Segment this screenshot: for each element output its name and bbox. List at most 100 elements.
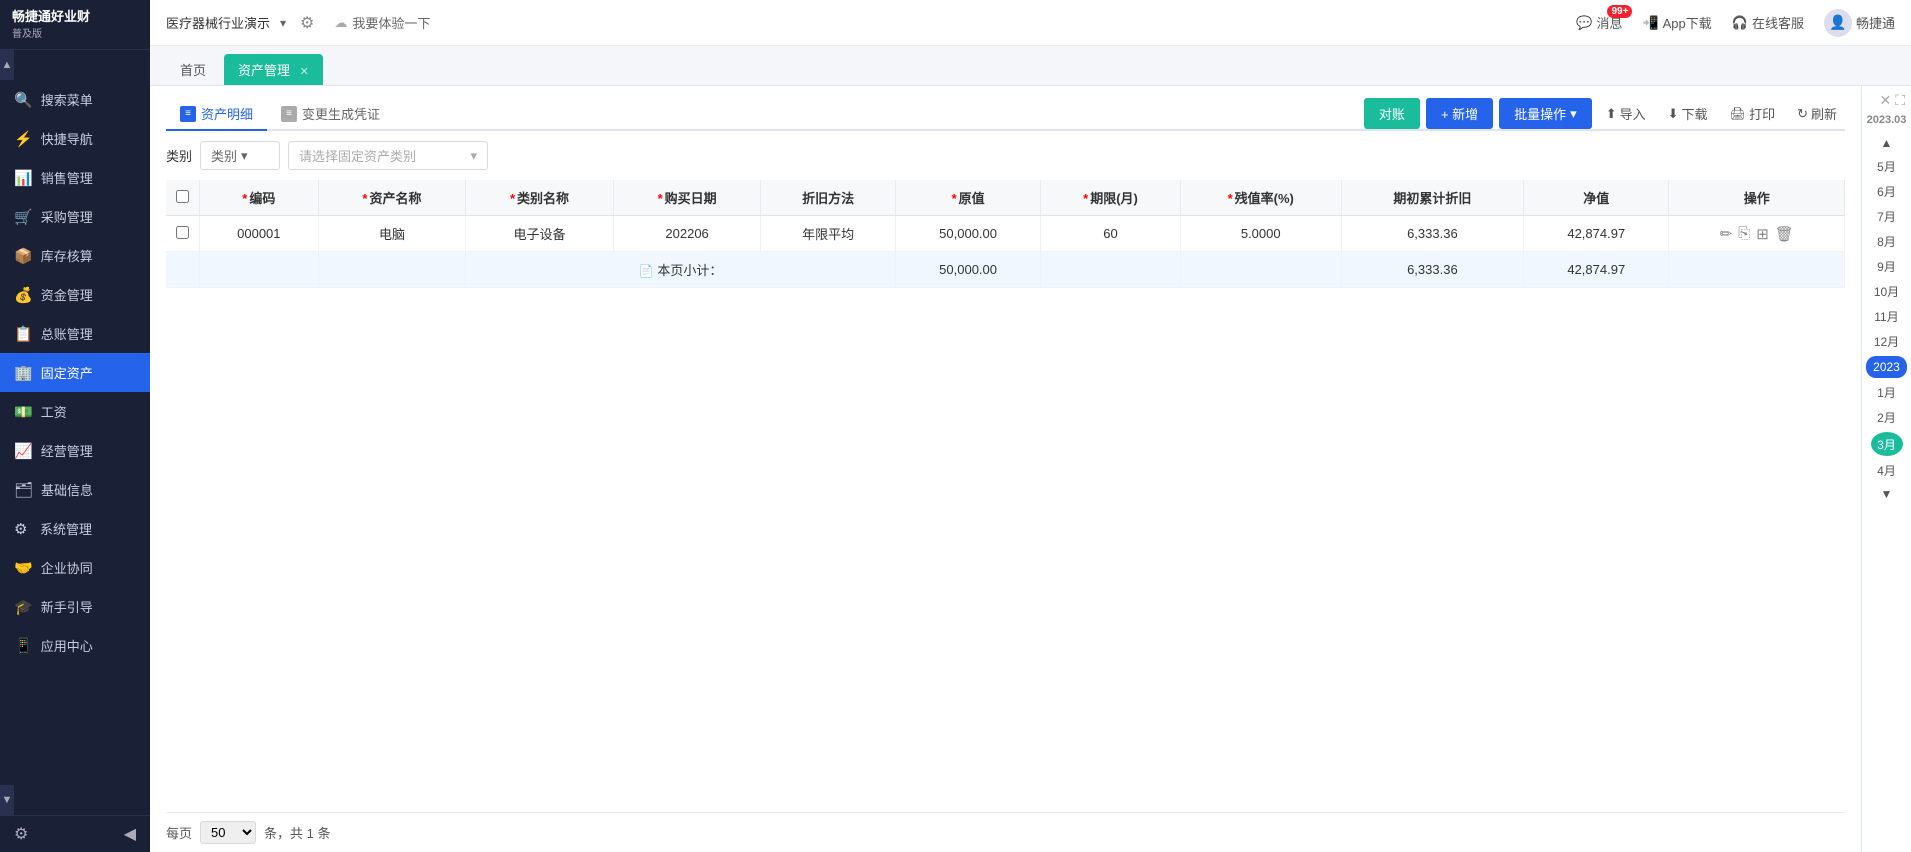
- th-category: *类别名称: [466, 180, 614, 216]
- row-depreciation-method: 年限平均: [761, 216, 896, 252]
- sidebar-item-sales[interactable]: 📊 销售管理: [0, 158, 150, 197]
- sidebar-item-payroll[interactable]: 💵 工资: [0, 392, 150, 431]
- right-panel-expand-icon[interactable]: ⛶: [1895, 92, 1905, 109]
- download-icon: ⬇: [1668, 106, 1679, 122]
- download-button[interactable]: ⬇ 下载: [1660, 100, 1716, 127]
- row-initial-depreciation: 6,333.36: [1341, 216, 1523, 252]
- tab-close-icon[interactable]: ✕: [300, 66, 309, 78]
- row-checkbox[interactable]: [176, 226, 189, 239]
- cal-month-5[interactable]: 5月: [1862, 154, 1911, 179]
- sidebar-item-system[interactable]: ⚙ 系统管理: [0, 509, 150, 548]
- app-download-icon: 📲: [1642, 15, 1658, 31]
- pagination: 每页 50 10 20 100 条，共 1 条: [166, 812, 1845, 852]
- sidebar-item-fixed-assets[interactable]: 🏢 固定资产: [0, 353, 150, 392]
- sidebar-item-app-center[interactable]: 📱 应用中心: [0, 626, 150, 665]
- print-button[interactable]: 🖨 打印: [1722, 100, 1784, 127]
- sidebar-item-basic-info[interactable]: 🗂 基础信息: [0, 470, 150, 509]
- content-main: ≡ 资产明细 ≡ 变更生成凭证 对账 + 新增 批量操作: [150, 86, 1861, 852]
- cal-month-7[interactable]: 7月: [1862, 204, 1911, 229]
- new-button[interactable]: + 新增: [1426, 98, 1493, 129]
- right-panel-top: ✕ ⛶: [1862, 90, 1911, 111]
- cal-month-6[interactable]: 6月: [1862, 179, 1911, 204]
- online-service-label: 在线客服: [1752, 13, 1804, 32]
- settings-icon[interactable]: ⚙: [14, 824, 28, 844]
- sidebar-item-label: 搜索菜单: [41, 90, 93, 109]
- batch-button[interactable]: 批量操作 ▾: [1499, 98, 1592, 129]
- cal-month-2[interactable]: 2月: [1862, 405, 1911, 430]
- tab-asset-management[interactable]: 资产管理 ✕: [224, 54, 323, 85]
- online-service-btn[interactable]: 🎧 在线客服: [1732, 13, 1804, 32]
- sidebar-item-enterprise[interactable]: 🤝 企业协同: [0, 548, 150, 587]
- th-initial-depreciation: 期初累计折旧: [1341, 180, 1523, 216]
- refresh-icon: ↻: [1797, 106, 1808, 122]
- sidebar-scroll-up[interactable]: ▲: [0, 50, 14, 80]
- cal-year-2023[interactable]: 2023: [1866, 356, 1907, 378]
- right-panel-close-icon[interactable]: ✕: [1879, 92, 1891, 109]
- cal-month-8[interactable]: 8月: [1862, 229, 1911, 254]
- cal-month-scroll-up[interactable]: ▲: [1862, 132, 1911, 154]
- sales-icon: 📊: [14, 169, 33, 187]
- sidebar-nav: 🔍 搜索菜单 ⚡ 快捷导航 📊 销售管理 🛒 采购管理 📦 库存核算 💰 资金管…: [0, 80, 150, 785]
- app-download-btn[interactable]: 📲 App下载: [1642, 13, 1711, 32]
- sidebar-item-purchase[interactable]: 🛒 采购管理: [0, 197, 150, 236]
- subtotal-label-cell: 📄 本页小计：: [466, 252, 896, 288]
- sub-tab-asset-detail[interactable]: ≡ 资产明细: [166, 98, 267, 131]
- collapse-sidebar-icon[interactable]: ◀: [124, 824, 136, 844]
- import-button[interactable]: ⬆ 导入: [1598, 100, 1654, 127]
- edit-icon[interactable]: ✏: [1720, 225, 1733, 243]
- sub-tab-change-voucher[interactable]: ≡ 变更生成凭证: [267, 98, 394, 131]
- category-type-arrow: ▾: [241, 148, 248, 164]
- category-placeholder: 请选择固定资产类别: [299, 146, 416, 165]
- import-icon: ⬆: [1606, 106, 1617, 122]
- cal-month-1[interactable]: 1月: [1862, 380, 1911, 405]
- copy-icon[interactable]: ⎘: [1738, 225, 1750, 243]
- sidebar-item-quick-nav[interactable]: ⚡ 快捷导航: [0, 119, 150, 158]
- sidebar: 畅捷通好业财 普及版 ▲ 🔍 搜索菜单 ⚡ 快捷导航 📊 销售管理 🛒 采购管理…: [0, 0, 150, 852]
- basic-info-icon: 🗂: [14, 481, 33, 499]
- batch-label: 批量操作: [1514, 104, 1566, 123]
- sidebar-scroll-down[interactable]: ▼: [0, 785, 14, 815]
- sidebar-item-ledger[interactable]: 📋 总账管理: [0, 314, 150, 353]
- per-page-select[interactable]: 50 10 20 100: [200, 821, 256, 844]
- experience-btn[interactable]: ☁ 我要体验一下: [334, 13, 430, 32]
- sidebar-item-label: 基础信息: [41, 480, 93, 499]
- cal-month-10[interactable]: 10月: [1862, 279, 1911, 304]
- sidebar-item-operations[interactable]: 📈 经营管理: [0, 431, 150, 470]
- cal-month-scroll-down[interactable]: ▼: [1862, 483, 1911, 505]
- settings-gear-icon[interactable]: ⚙: [300, 13, 314, 33]
- sidebar-item-funds[interactable]: 💰 资金管理: [0, 275, 150, 314]
- cal-month-12[interactable]: 12月: [1862, 329, 1911, 354]
- sidebar-item-guide[interactable]: 🎓 新手引导: [0, 587, 150, 626]
- refresh-button[interactable]: ↻ 刷新: [1789, 100, 1845, 127]
- download-label: 下载: [1682, 104, 1708, 123]
- sidebar-item-label: 企业协同: [41, 558, 93, 577]
- category-value-select[interactable]: 请选择固定资产类别 ▾: [288, 141, 488, 170]
- messages-btn[interactable]: 💬 消息 99+: [1576, 13, 1622, 32]
- tab-home-label: 首页: [180, 63, 206, 78]
- cal-month-3-active[interactable]: 3月: [1871, 432, 1903, 456]
- user-name: 畅捷通: [1856, 13, 1895, 32]
- category-type-select[interactable]: 类别 ▾: [200, 141, 280, 170]
- delete-icon[interactable]: 🗑: [1775, 225, 1794, 243]
- message-icon: 💬: [1576, 15, 1592, 31]
- th-name: *资产名称: [318, 180, 466, 216]
- cal-month-9[interactable]: 9月: [1862, 254, 1911, 279]
- user-menu[interactable]: 👤 畅捷通: [1824, 9, 1895, 37]
- right-panel: ✕ ⛶ 2023.03 ▲ 5月 6月 7月 8月 9月 10月 11月 12月…: [1861, 86, 1911, 852]
- row-period: 60: [1041, 216, 1181, 252]
- cal-month-11[interactable]: 11月: [1862, 304, 1911, 329]
- sidebar-item-inventory[interactable]: 📦 库存核算: [0, 236, 150, 275]
- print-label: 打印: [1749, 104, 1775, 123]
- sidebar-item-search[interactable]: 🔍 搜索菜单: [0, 80, 150, 119]
- company-dropdown-icon[interactable]: ▾: [280, 16, 286, 30]
- row-checkbox-cell[interactable]: [166, 216, 200, 252]
- cal-month-4[interactable]: 4月: [1862, 458, 1911, 483]
- guide-icon: 🎓: [14, 598, 33, 616]
- tab-home[interactable]: 首页: [166, 54, 220, 85]
- fixed-assets-icon: 🏢: [14, 364, 33, 382]
- reconcile-button[interactable]: 对账: [1364, 98, 1420, 129]
- sub-tabs: ≡ 资产明细 ≡ 变更生成凭证 对账 + 新增 批量操作: [166, 98, 1845, 131]
- select-all-checkbox[interactable]: [176, 190, 189, 203]
- share-icon[interactable]: ⊞: [1756, 225, 1769, 243]
- main-area: 医疗器械行业演示 ▾ ⚙ ☁ 我要体验一下 💬 消息 99+ 📲 App下载 🎧…: [150, 0, 1911, 852]
